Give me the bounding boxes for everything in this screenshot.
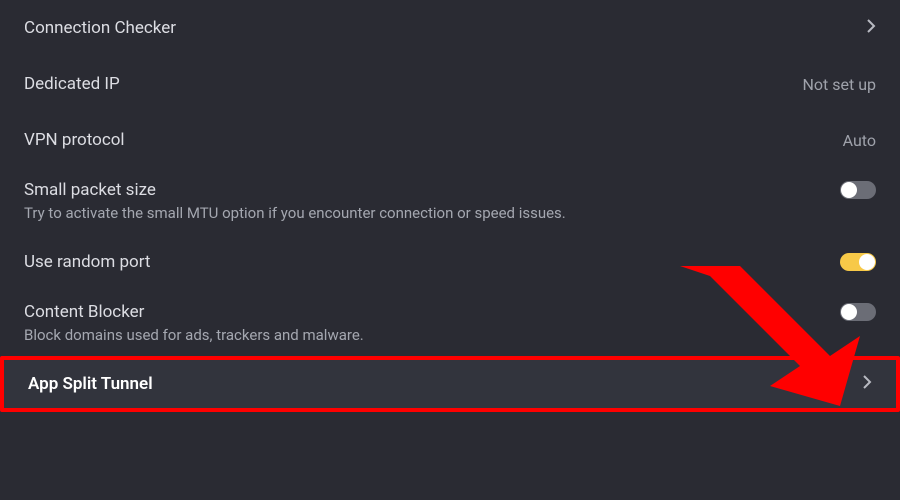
content-blocker-row: Content Blocker Block domains used for a… <box>0 290 900 356</box>
content-blocker-toggle[interactable] <box>840 303 876 321</box>
connection-checker-row[interactable]: Connection Checker <box>0 0 900 56</box>
vpn-protocol-label: VPN protocol <box>24 130 125 150</box>
app-split-tunnel-row[interactable]: App Split Tunnel <box>0 356 900 412</box>
content-blocker-sub: Block domains used for ads, trackers and… <box>24 326 364 344</box>
small-packet-row: Small packet size Try to activate the sm… <box>0 168 900 234</box>
dedicated-ip-row[interactable]: Dedicated IP Not set up <box>0 56 900 112</box>
small-packet-label: Small packet size <box>24 180 156 200</box>
small-packet-sub: Try to activate the small MTU option if … <box>24 204 566 222</box>
random-port-label: Use random port <box>24 252 150 272</box>
content-blocker-label: Content Blocker <box>24 302 144 322</box>
chevron-right-icon <box>866 18 876 38</box>
dedicated-ip-label: Dedicated IP <box>24 74 120 94</box>
random-port-toggle[interactable] <box>840 253 876 271</box>
vpn-protocol-value: Auto <box>843 131 876 150</box>
app-split-tunnel-label: App Split Tunnel <box>28 374 153 394</box>
vpn-protocol-row[interactable]: VPN protocol Auto <box>0 112 900 168</box>
small-packet-toggle[interactable] <box>840 181 876 199</box>
connection-checker-label: Connection Checker <box>24 18 176 38</box>
dedicated-ip-value: Not set up <box>803 75 877 94</box>
random-port-row: Use random port <box>0 234 900 290</box>
chevron-right-icon <box>862 374 872 394</box>
